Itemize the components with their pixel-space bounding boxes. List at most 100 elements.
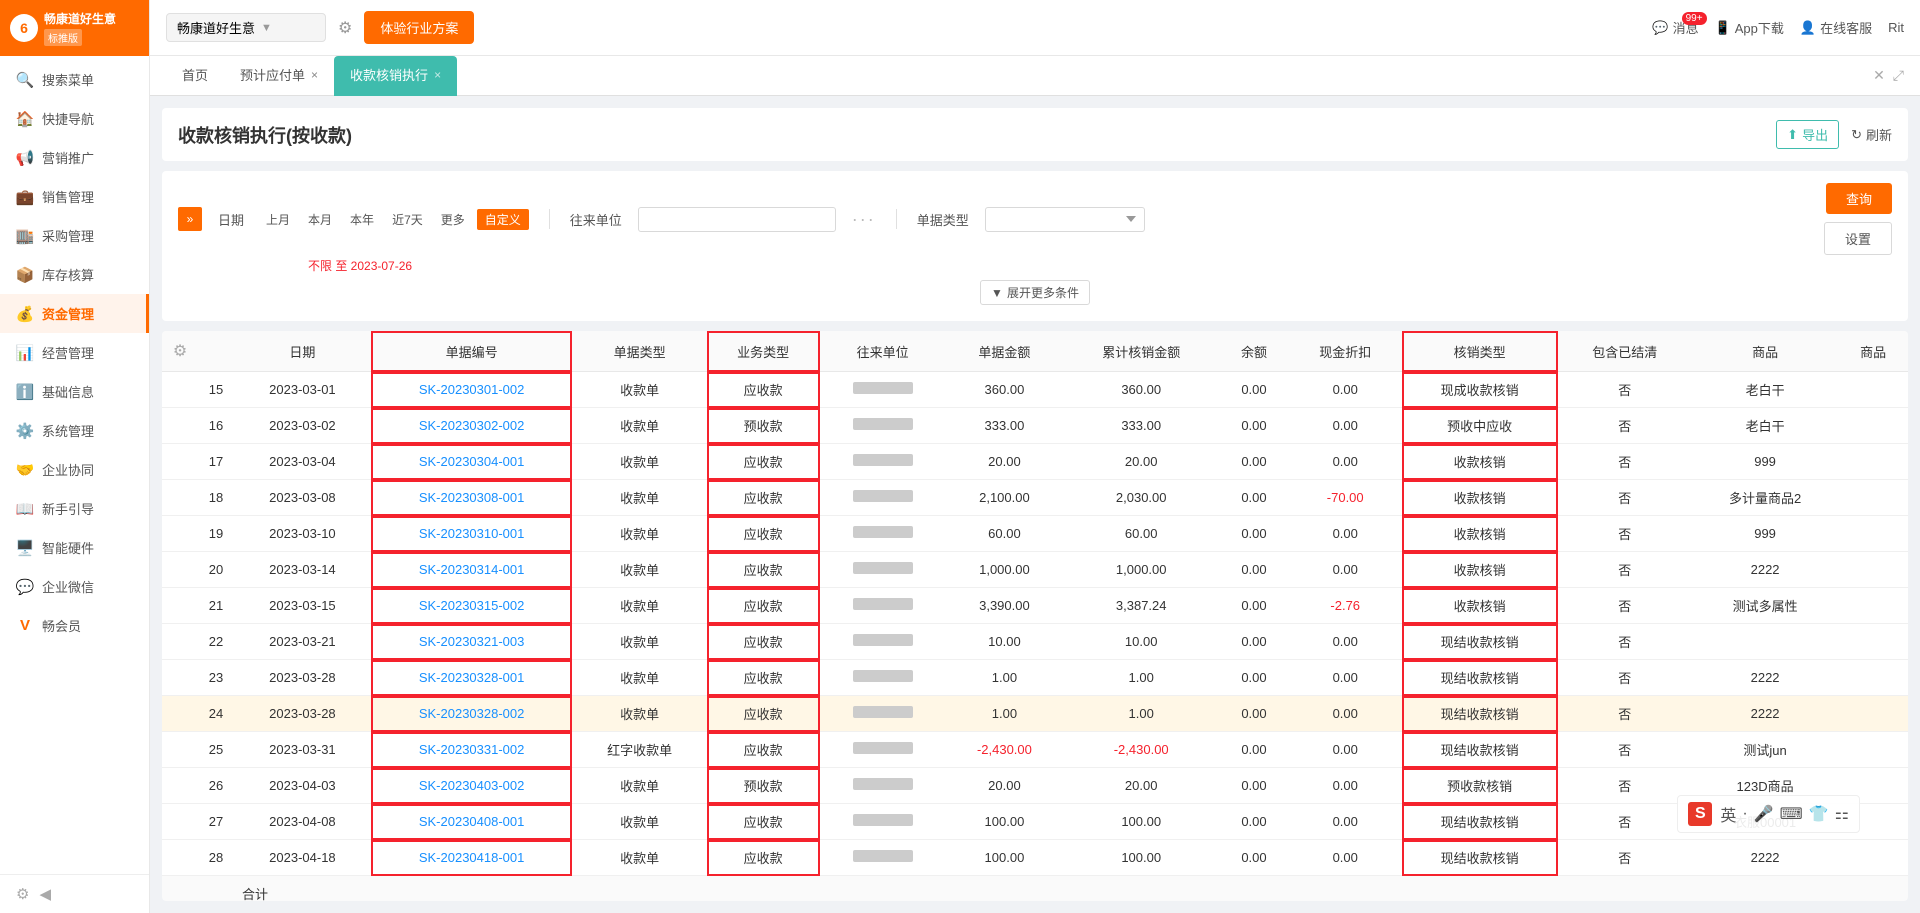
cell-order-no: SK-20230331-002: [371, 732, 573, 768]
collapse-icon[interactable]: ◀: [39, 885, 51, 903]
sidebar-item-hardware[interactable]: 🖥️ 智能硬件: [0, 528, 149, 567]
order-no-link[interactable]: SK-20230403-002: [419, 778, 525, 793]
table-row[interactable]: 28 2023-04-18 SK-20230418-001 收款单 应收款 10…: [162, 840, 1908, 876]
cell-goods2: [1838, 624, 1908, 660]
column-settings-icon[interactable]: ⚙: [173, 343, 187, 360]
tab-home[interactable]: 首页: [166, 56, 224, 96]
tab-receipt-close-icon[interactable]: ×: [434, 68, 441, 82]
date-quick-buttons: 上月 本月 本年 近7天 更多 自定义: [260, 209, 529, 230]
filter-toggle-button[interactable]: »: [178, 207, 202, 231]
sidebar-item-system[interactable]: ⚙️ 系统管理: [0, 411, 149, 450]
online-service-action[interactable]: 👤 在线客服: [1800, 18, 1872, 37]
table-row[interactable]: 25 2023-03-31 SK-20230331-002 红字收款单 应收款 …: [162, 732, 1908, 768]
voucher-type-select[interactable]: [985, 207, 1145, 232]
table-row[interactable]: 24 2023-03-28 SK-20230328-002 收款单 应收款 1.…: [162, 696, 1908, 732]
sidebar-item-wechat[interactable]: 💬 企业微信: [0, 567, 149, 606]
date-btn-7days[interactable]: 近7天: [386, 209, 429, 230]
cell-goods: [1692, 624, 1838, 660]
tab-prepay-close-icon[interactable]: ×: [311, 68, 318, 82]
sidebar-item-purchase[interactable]: 🏬 采购管理: [0, 216, 149, 255]
order-no-link[interactable]: SK-20230310-001: [419, 526, 525, 541]
order-no-link[interactable]: SK-20230315-002: [419, 598, 525, 613]
sidebar-item-search[interactable]: 🔍 搜索菜单: [0, 60, 149, 99]
table-row[interactable]: 27 2023-04-08 SK-20230408-001 收款单 应收款 10…: [162, 804, 1908, 840]
sidebar-item-basic[interactable]: ℹ️ 基础信息: [0, 372, 149, 411]
watermark-shirt-icon[interactable]: 👕: [1809, 804, 1829, 824]
refresh-icon: ↻: [1851, 127, 1862, 143]
sidebar-item-collab[interactable]: 🤝 企业协同: [0, 450, 149, 489]
app-download-action[interactable]: 📱 App下载: [1715, 18, 1784, 37]
watermark-keyboard-icon[interactable]: ⌨: [1780, 804, 1803, 824]
solution-button[interactable]: 体验行业方案: [364, 11, 474, 44]
date-btn-this-year[interactable]: 本年: [344, 209, 380, 230]
table-row[interactable]: 16 2023-03-02 SK-20230302-002 收款单 预收款 33…: [162, 408, 1908, 444]
order-no-link[interactable]: SK-20230304-001: [419, 454, 525, 469]
query-button[interactable]: 查询: [1826, 183, 1892, 214]
settings-bottom-icon[interactable]: ⚙: [16, 885, 29, 903]
watermark-mic-icon[interactable]: 🎤: [1754, 804, 1774, 824]
sidebar-item-quicknav[interactable]: 🏠 快捷导航: [0, 99, 149, 138]
cell-goods2: [1838, 372, 1908, 408]
order-no-link[interactable]: SK-20230321-003: [419, 634, 525, 649]
date-custom-btn[interactable]: 自定义: [477, 209, 529, 230]
order-no-link[interactable]: SK-20230314-001: [419, 562, 525, 577]
sidebar-item-label: 新手引导: [42, 499, 94, 518]
expand-conditions-button[interactable]: ▼ 展开更多条件: [980, 280, 1090, 305]
cell-amount: 333.00: [946, 408, 1064, 444]
sidebar-item-operations[interactable]: 📊 经营管理: [0, 333, 149, 372]
table-row[interactable]: 26 2023-04-03 SK-20230403-002 收款单 预收款 20…: [162, 768, 1908, 804]
watermark-english-icon[interactable]: 英: [1720, 802, 1736, 826]
table-row[interactable]: 17 2023-03-04 SK-20230304-001 收款单 应收款 20…: [162, 444, 1908, 480]
table-row[interactable]: 20 2023-03-14 SK-20230314-001 收款单 应收款 1,…: [162, 552, 1908, 588]
topbar-gear-icon[interactable]: ⚙: [338, 18, 352, 38]
sidebar-item-marketing[interactable]: 📢 营销推广: [0, 138, 149, 177]
date-btn-more[interactable]: 更多: [435, 209, 471, 230]
table-row[interactable]: 23 2023-03-28 SK-20230328-001 收款单 应收款 1.…: [162, 660, 1908, 696]
cell-settings: [162, 696, 198, 732]
col-header-settings[interactable]: ⚙: [162, 331, 198, 372]
order-no-link[interactable]: SK-20230331-002: [419, 742, 525, 757]
messages-action[interactable]: 💬 消息 99+: [1652, 18, 1698, 37]
sidebar-item-member[interactable]: V 畅会员: [0, 606, 149, 645]
table-row[interactable]: 18 2023-03-08 SK-20230308-001 收款单 应收款 2,…: [162, 480, 1908, 516]
sidebar-item-inventory[interactable]: 📦 库存核算: [0, 255, 149, 294]
more-filters-dots[interactable]: ···: [852, 209, 876, 230]
cell-cash-discount: 0.00: [1289, 624, 1402, 660]
user-name[interactable]: Rit: [1888, 20, 1904, 35]
order-no-link[interactable]: SK-20230418-001: [419, 850, 525, 865]
cell-balance: 0.00: [1219, 444, 1289, 480]
col-header-order-no: 单据编号: [371, 331, 573, 372]
order-no-link[interactable]: SK-20230328-002: [419, 706, 525, 721]
cell-goods2: [1838, 444, 1908, 480]
order-no-link[interactable]: SK-20230302-002: [419, 418, 525, 433]
sidebar-item-sales[interactable]: 💼 销售管理: [0, 177, 149, 216]
sidebar-item-finance[interactable]: 💰 资金管理: [0, 294, 149, 333]
cell-seq: 21: [198, 588, 234, 624]
tab-expand-icon[interactable]: ⤢: [1893, 67, 1904, 84]
workspace-selector[interactable]: 畅康道好生意 ▼: [166, 13, 326, 42]
cell-include-settled: 否: [1558, 372, 1692, 408]
col-header-biz-type: 业务类型: [707, 331, 820, 372]
export-button[interactable]: ⬆ 导出: [1776, 120, 1839, 149]
watermark-grid-icon[interactable]: ⚏: [1835, 804, 1849, 824]
date-btn-last-month[interactable]: 上月: [260, 209, 296, 230]
tab-receipt-verify[interactable]: 收款核销执行 ×: [334, 56, 457, 96]
sidebar-item-guide[interactable]: 📖 新手引导: [0, 489, 149, 528]
order-no-link[interactable]: SK-20230328-001: [419, 670, 525, 685]
order-no-link[interactable]: SK-20230308-001: [419, 490, 525, 505]
table-row[interactable]: 19 2023-03-10 SK-20230310-001 收款单 应收款 60…: [162, 516, 1908, 552]
table-row[interactable]: 22 2023-03-21 SK-20230321-003 收款单 应收款 10…: [162, 624, 1908, 660]
table-row[interactable]: 21 2023-03-15 SK-20230315-002 收款单 应收款 3,…: [162, 588, 1908, 624]
order-no-link[interactable]: SK-20230408-001: [419, 814, 525, 829]
tab-close-all-icon[interactable]: ✕: [1873, 67, 1885, 84]
app-label: App下载: [1735, 18, 1784, 37]
refresh-button[interactable]: ↻ 刷新: [1851, 125, 1892, 144]
partner-input[interactable]: [638, 207, 836, 232]
date-btn-this-month[interactable]: 本月: [302, 209, 338, 230]
tab-prepay[interactable]: 预计应付单 ×: [224, 56, 334, 96]
sidebar-item-label: 系统管理: [42, 421, 94, 440]
order-no-link[interactable]: SK-20230301-002: [419, 382, 525, 397]
table-row[interactable]: 15 2023-03-01 SK-20230301-002 收款单 应收款 36…: [162, 372, 1908, 408]
filter-settings-button[interactable]: 设置: [1824, 222, 1892, 255]
cell-verify-type: 现成收款核销: [1402, 372, 1558, 408]
